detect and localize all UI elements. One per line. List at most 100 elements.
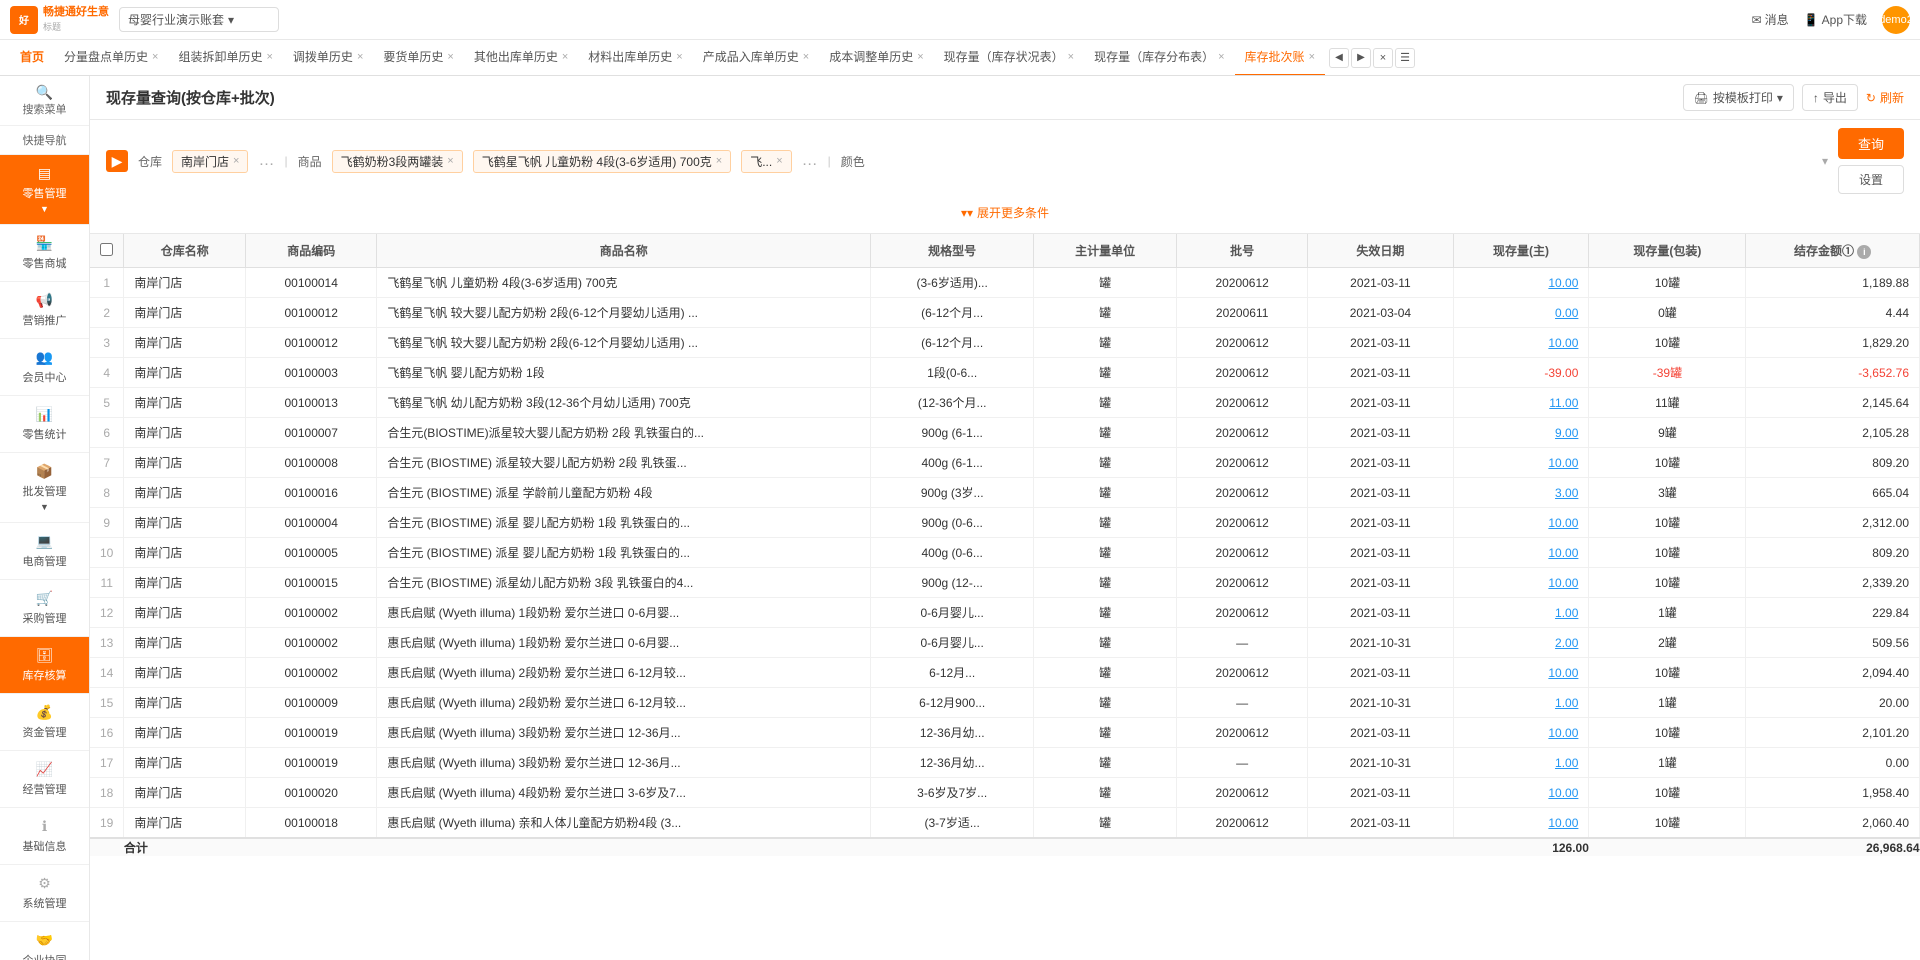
row-qty-main[interactable]: 9.00 [1453,418,1589,448]
row-qty-main[interactable]: -39.00 [1453,358,1589,388]
tab-kucunpicidang[interactable]: 库存批次账 × [1235,40,1325,76]
row-qty-main[interactable]: 10.00 [1453,538,1589,568]
print-btn[interactable]: 🖨 按模板打印 ▾ [1683,84,1794,111]
row-qty-main[interactable]: 10.00 [1453,778,1589,808]
close-icon[interactable]: × [447,51,453,63]
sidebar-item-retail-mgmt[interactable]: ▤ 零售管理 ▼ [0,155,89,225]
org-selector[interactable]: 母婴行业演示账套 ▾ [119,7,279,32]
color-dropdown-icon[interactable]: ▾ [1822,154,1828,168]
tab-chanchengpinruku[interactable]: 产成品入库单历史 × [693,40,819,76]
row-qty-main[interactable]: 0.00 [1453,298,1589,328]
close-icon[interactable]: × [1218,51,1224,63]
tab-xiancunliang-kucunzhuangkuang[interactable]: 现存量（库存状况表） × [934,40,1084,76]
nav-next-btn[interactable]: ▶ [1351,48,1371,68]
sidebar-item-system[interactable]: ⚙ 系统管理 [0,865,89,922]
row-qty-main[interactable]: 1.00 [1453,598,1589,628]
tab-home[interactable]: 首页 [10,40,54,76]
close-icon[interactable]: × [562,51,568,63]
row-code: 00100002 [246,598,377,628]
sidebar-item-purchase[interactable]: 🛒 采购管理 [0,580,89,637]
product-more[interactable]: … [802,152,818,170]
row-seq: 3 [90,328,124,358]
sidebar-item-wholesale[interactable]: 📦 批发管理 ▼ [0,453,89,523]
sidebar-item-basics[interactable]: ℹ 基础信息 [0,808,89,865]
row-qty-main[interactable]: 11.00 [1453,388,1589,418]
row-qty-main[interactable]: 10.00 [1453,568,1589,598]
product-tag2-close[interactable]: × [716,155,722,167]
tab-xiancunliang-kucunfenbu[interactable]: 现存量（库存分布表） × [1084,40,1234,76]
tab-fenliangpandian[interactable]: 分量盘点单历史 × [54,40,168,76]
row-name: 惠氏启赋 (Wyeth illuma) 1段奶粉 爱尔兰进口 0-6月婴... [377,598,871,628]
sidebar-item-enterprise[interactable]: 🤝 企业协同 [0,922,89,960]
sidebar-item-operations[interactable]: 📈 经营管理 [0,751,89,808]
row-qty-main[interactable]: 10.00 [1453,508,1589,538]
sidebar-item-ecommerce[interactable]: 💻 电商管理 [0,523,89,580]
sidebar-item-member[interactable]: 👥 会员中心 [0,339,89,396]
tab-yaohuo[interactable]: 要货单历史 × [373,40,463,76]
filter-expand-btn[interactable]: ▶ [106,150,128,172]
logo-sub: 标题 [43,20,109,33]
nav-close-all-btn[interactable]: × [1373,48,1393,68]
row-spec: 12-36月幼... [871,748,1034,778]
setting-btn[interactable]: 设置 [1838,165,1904,194]
row-qty-main[interactable]: 10.00 [1453,718,1589,748]
purchase-icon: 🛒 [36,590,53,607]
filter-expand-more[interactable]: ▾▾ 展开更多条件 [106,200,1904,225]
tab-zuzhuangchaijian[interactable]: 组装拆卸单历史 × [168,40,282,76]
row-code: 00100009 [246,688,377,718]
tab-chengbentiaozhen[interactable]: 成本调整单历史 × [819,40,933,76]
row-qty-main[interactable]: 1.00 [1453,748,1589,778]
close-icon[interactable]: × [803,51,809,63]
row-qty-main[interactable]: 10.00 [1453,658,1589,688]
nav-menu-btn[interactable]: ☰ [1395,48,1415,68]
sidebar-quick-nav[interactable]: 快捷导航 [0,126,89,155]
row-qty-main[interactable]: 1.00 [1453,688,1589,718]
row-qty-main[interactable]: 2.00 [1453,628,1589,658]
table-row: 5 南岸门店 00100013 飞鹤星飞帆 幼儿配方奶粉 3段(12-36个月幼… [90,388,1920,418]
warehouse-more[interactable]: … [258,152,274,170]
row-qty-main[interactable]: 10.00 [1453,448,1589,478]
sidebar-search[interactable]: 🔍 搜索菜单 [0,76,89,126]
export-btn[interactable]: ↑ 导出 [1802,84,1858,111]
tab-cailiaochuku[interactable]: 材料出库单历史 × [578,40,692,76]
amount-info-icon[interactable]: i [1857,245,1871,259]
query-btn[interactable]: 查询 [1838,128,1904,159]
product-tag1-close[interactable]: × [447,155,453,167]
close-icon[interactable]: × [917,51,923,63]
close-icon[interactable]: × [676,51,682,63]
sidebar-item-finance[interactable]: 💰 资金管理 [0,694,89,751]
sidebar-item-retail-shop[interactable]: 🏪 零售商城 [0,225,89,282]
row-qty-pkg: 10罐 [1589,268,1746,298]
avatar[interactable]: demo2 [1882,6,1910,34]
close-icon[interactable]: × [266,51,272,63]
sidebar-item-inventory[interactable]: 🗄 库存核算 [0,637,89,694]
printer-icon: 🖨 [1694,91,1709,105]
row-qty-main[interactable]: 3.00 [1453,478,1589,508]
app-btn[interactable]: 📱 App下载 [1804,11,1867,28]
table-row: 11 南岸门店 00100015 合生元 (BIOSTIME) 派星幼儿配方奶粉… [90,568,1920,598]
close-icon[interactable]: × [1068,51,1074,63]
close-icon[interactable]: × [152,51,158,63]
row-unit: 罐 [1034,388,1177,418]
warehouse-tag-close[interactable]: × [233,155,239,167]
row-name: 飞鹤星飞帆 较大婴儿配方奶粉 2段(6-12个月婴幼儿适用) ... [377,328,871,358]
close-icon[interactable]: × [1309,51,1315,63]
close-icon[interactable]: × [357,51,363,63]
row-name: 惠氏启赋 (Wyeth illuma) 4段奶粉 爱尔兰进口 3-6岁及7... [377,778,871,808]
sidebar-item-marketing[interactable]: 📢 营销推广 [0,282,89,339]
row-warehouse: 南岸门店 [124,598,246,628]
nav-prev-btn[interactable]: ◀ [1329,48,1349,68]
sidebar-item-retail-stats[interactable]: 📊 零售统计 [0,396,89,453]
tab-diaobodanls[interactable]: 调拨单历史 × [283,40,373,76]
msg-btn[interactable]: ✉ 消息 [1752,11,1789,28]
row-qty-main[interactable]: 10.00 [1453,268,1589,298]
row-qty-main[interactable]: 10.00 [1453,328,1589,358]
row-warehouse: 南岸门店 [124,388,246,418]
select-all-checkbox[interactable] [100,243,113,256]
row-qty-main[interactable]: 10.00 [1453,808,1589,839]
product-tag3-close[interactable]: × [776,155,782,167]
tab-qitachuku[interactable]: 其他出库单历史 × [464,40,578,76]
row-batch: 20200612 [1177,508,1308,538]
refresh-icon: ↻ [1866,91,1876,105]
refresh-btn[interactable]: ↻ 刷新 [1866,89,1904,106]
